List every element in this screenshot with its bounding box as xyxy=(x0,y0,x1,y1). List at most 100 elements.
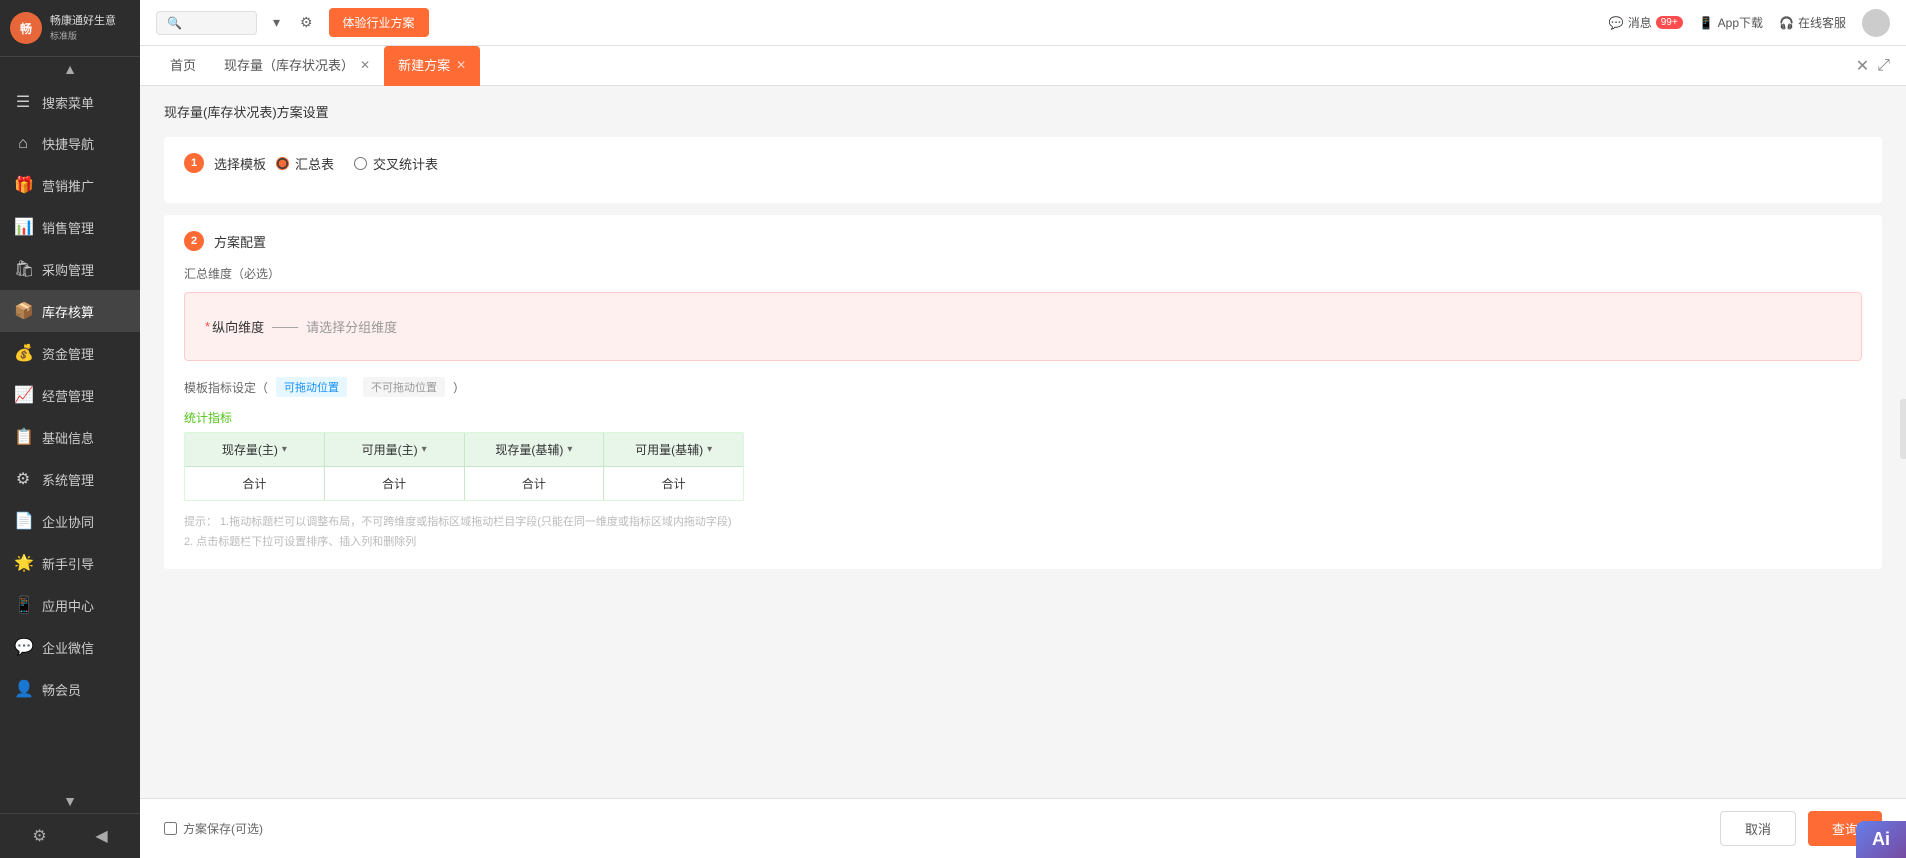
messages-label: 消息 xyxy=(1628,14,1652,31)
dimension-box[interactable]: * 纵向维度 —— 请选择分组维度 xyxy=(184,292,1862,361)
user-avatar[interactable] xyxy=(1862,9,1890,37)
topbar: 🔍 ▾ ⚙ 体验行业方案 💬 消息 99+ 📱 App下载 🎧 在线客服 xyxy=(140,0,1906,46)
messages-btn[interactable]: 💬 消息 99+ xyxy=(1609,14,1683,31)
topbar-settings-btn[interactable]: ⚙ xyxy=(296,10,317,35)
contract-icon: 📄 xyxy=(14,511,32,531)
topbar-dropdown-btn[interactable]: ▾ xyxy=(269,10,284,35)
step1-section: 1 选择模板 汇总表 交叉统计表 xyxy=(164,137,1882,203)
tab-home[interactable]: 首页 xyxy=(156,46,210,86)
stats-col-2[interactable]: 现存量(基辅) ▾ xyxy=(465,433,605,466)
sidebar-item-system[interactable]: ⚙ 系统管理 xyxy=(0,458,140,500)
sidebar-item-operations[interactable]: 📈 经营管理 xyxy=(0,374,140,416)
sidebar-item-finance[interactable]: 💰 资金管理 xyxy=(0,332,140,374)
dimension-name: 纵向维度 xyxy=(212,317,264,336)
tab-bar: 首页 现存量（库存状况表） ✕ 新建方案 ✕ ✕ ⤢ xyxy=(140,46,1906,86)
search-input[interactable] xyxy=(186,16,246,30)
stats-header-row: 现存量(主) ▾ 可用量(主) ▾ 现存量(基辅) ▾ xyxy=(185,433,743,466)
stats-section: 统计指标 现存量(主) ▾ 可用量(主) ▾ xyxy=(184,409,1862,501)
info-icon: 📋 xyxy=(14,427,32,447)
tip-1: 2. 点击标题栏下拉可设置排序、插入列和删除列 xyxy=(184,533,1862,553)
phone-icon: 📱 xyxy=(1699,16,1714,30)
service-icon: 🎧 xyxy=(1779,16,1794,30)
bottom-bar: 方案保存(可选) 取消 查询 xyxy=(140,798,1906,858)
stats-body-3: 合计 xyxy=(604,467,743,500)
stats-col-0[interactable]: 现存量(主) ▾ xyxy=(185,433,325,466)
sidebar-item-wechat[interactable]: 💬 企业微信 xyxy=(0,626,140,668)
save-checkbox[interactable] xyxy=(164,822,177,835)
step2-section: 2 方案配置 汇总维度（必选） * 纵向维度 —— 请选择分组维度 模板指标设定… xyxy=(164,215,1882,569)
step1-header: 1 选择模板 汇总表 交叉统计表 xyxy=(184,153,1862,173)
sidebar-item-appstore[interactable]: 📱 应用中心 xyxy=(0,584,140,626)
sidebar-scroll-down[interactable]: ▼ xyxy=(0,789,140,813)
star-icon: 🌟 xyxy=(14,553,32,573)
trial-industry-btn[interactable]: 体验行业方案 xyxy=(329,8,429,37)
app-download-btn[interactable]: 📱 App下载 xyxy=(1699,14,1763,31)
tab-close-btn[interactable]: ✕ xyxy=(1856,56,1869,76)
settings-footer-btn[interactable]: ⚙ xyxy=(28,822,50,850)
dimension-label: 汇总维度（必选） xyxy=(184,265,1862,282)
radio-summary[interactable]: 汇总表 xyxy=(276,154,334,173)
online-service-btn[interactable]: 🎧 在线客服 xyxy=(1779,14,1846,31)
sidebar-item-inventory[interactable]: 📦 库存核算 xyxy=(0,290,140,332)
sidebar-item-search[interactable]: ☰ 搜索菜单 xyxy=(0,81,140,123)
sidebar-nav: ☰ 搜索菜单 ⌂ 快捷导航 🎁 营销推广 📊 销售管理 🛍 采购管理 📦 库存核… xyxy=(0,81,140,789)
search-icon: ☰ xyxy=(14,92,32,112)
radio-summary-input[interactable] xyxy=(276,157,289,170)
sidebar-item-purchase[interactable]: 🛍 采购管理 xyxy=(0,248,140,290)
chevron-2-icon: ▾ xyxy=(567,444,572,455)
save-option-label: 方案保存(可选) xyxy=(183,820,263,837)
tab-expand-btn[interactable]: ⤢ xyxy=(1877,56,1890,76)
sidebar-scroll-up[interactable]: ▲ xyxy=(0,57,140,81)
step1-badge: 1 xyxy=(184,153,204,173)
sidebar-item-search-label: 搜索菜单 xyxy=(42,93,94,112)
sidebar-item-basic[interactable]: 📋 基础信息 xyxy=(0,416,140,458)
tab-new-plan-close[interactable]: ✕ xyxy=(456,58,466,72)
phone-icon: 📱 xyxy=(14,595,32,615)
stats-body-1: 合计 xyxy=(325,467,465,500)
bag-icon: 🛍 xyxy=(14,259,32,279)
app-name: 畅康通好生意 xyxy=(50,14,116,29)
tab-new-plan[interactable]: 新建方案 ✕ xyxy=(384,46,480,86)
tab-inventory[interactable]: 现存量（库存状况表） ✕ xyxy=(210,46,384,86)
tip-0: 提示： 1.拖动标题栏可以调整布局，不可跨维度或指标区域拖动栏目字段(只能在同一… xyxy=(184,513,1862,533)
save-option[interactable]: 方案保存(可选) xyxy=(164,820,263,837)
fixed-tag: 不可拖动位置 xyxy=(363,377,445,397)
sidebar-item-contract[interactable]: 📄 企业协同 xyxy=(0,500,140,542)
chevron-0-icon: ▾ xyxy=(282,444,287,455)
tab-home-label: 首页 xyxy=(170,55,196,74)
stats-label: 统计指标 xyxy=(184,409,1862,426)
right-handle[interactable] xyxy=(1900,399,1906,459)
member-icon: 👤 xyxy=(14,679,32,699)
stats-body-0: 合计 xyxy=(185,467,325,500)
message-icon: 💬 xyxy=(1609,16,1624,30)
sidebar-item-marketing[interactable]: 🎁 营销推广 xyxy=(0,164,140,206)
radio-cross[interactable]: 交叉统计表 xyxy=(354,154,438,173)
sidebar-item-member[interactable]: 👤 畅会员 xyxy=(0,668,140,710)
search-icon: 🔍 xyxy=(167,16,182,30)
tips-section: 提示： 1.拖动标题栏可以调整布局，不可跨维度或指标区域拖动栏目字段(只能在同一… xyxy=(184,513,1862,553)
step2-header: 2 方案配置 xyxy=(184,231,1862,251)
radio-cross-input[interactable] xyxy=(354,157,367,170)
box-icon: 📦 xyxy=(14,301,32,321)
main-area: 🔍 ▾ ⚙ 体验行业方案 💬 消息 99+ 📱 App下载 🎧 在线客服 xyxy=(140,0,1906,858)
sidebar-item-shortcut[interactable]: ⌂ 快捷导航 xyxy=(0,123,140,164)
search-box[interactable]: 🔍 xyxy=(156,11,257,35)
stats-body-2: 合计 xyxy=(465,467,605,500)
step2-badge: 2 xyxy=(184,231,204,251)
tab-inventory-label: 现存量（库存状况表） xyxy=(224,55,354,74)
tab-inventory-close[interactable]: ✕ xyxy=(360,58,370,72)
stats-col-3[interactable]: 可用量(基辅) ▾ xyxy=(604,433,743,466)
sidebar-item-newbie[interactable]: 🌟 新手引导 xyxy=(0,542,140,584)
collapse-sidebar-btn[interactable]: ◀ xyxy=(91,822,111,850)
dimension-dash: —— xyxy=(272,319,298,334)
page-title: 现存量(库存状况表)方案设置 xyxy=(164,102,1882,121)
step2-title: 方案配置 xyxy=(214,232,266,251)
stats-col-1[interactable]: 可用量(主) ▾ xyxy=(325,433,465,466)
chevron-1-icon: ▾ xyxy=(422,444,427,455)
sidebar-item-sales[interactable]: 📊 销售管理 xyxy=(0,206,140,248)
cancel-button[interactable]: 取消 xyxy=(1720,811,1796,846)
chevron-3-icon: ▾ xyxy=(707,444,712,455)
app-edition: 标准版 xyxy=(50,29,116,42)
ai-badge[interactable]: Ai xyxy=(1856,821,1906,858)
wechat-icon: 💬 xyxy=(14,637,32,657)
